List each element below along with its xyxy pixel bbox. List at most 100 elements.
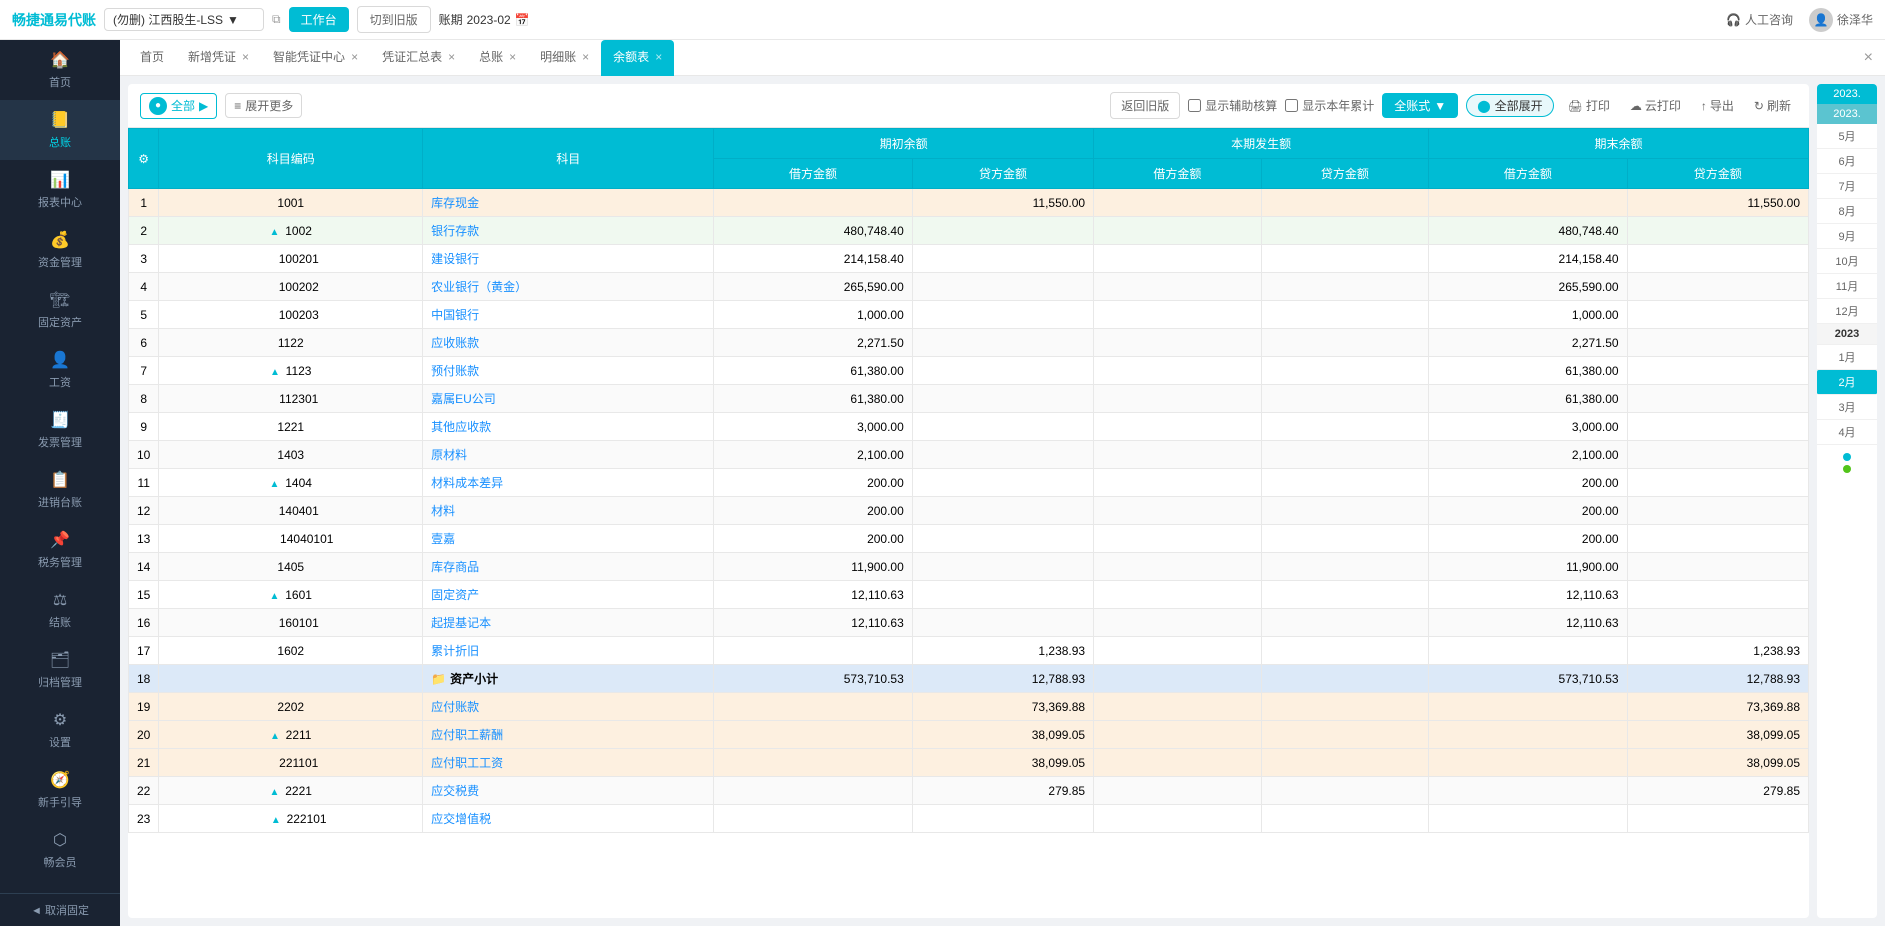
date-item-5[interactable]: 5月 xyxy=(1817,124,1877,149)
tab-voucher-summary[interactable]: 凭证汇总表 × xyxy=(370,40,467,76)
sidebar-item-purchase-sales[interactable]: 📋 进销台账 xyxy=(0,460,120,520)
row-subject[interactable]: 累计折旧 xyxy=(423,637,714,665)
sidebar-item-invoice[interactable]: 🧾 发票管理 xyxy=(0,400,120,460)
sidebar-item-archive[interactable]: 🗂 归档管理 xyxy=(0,640,120,700)
full-format-btn[interactable]: 全账式 ▼ xyxy=(1382,93,1458,118)
date-item-3[interactable]: 3月 xyxy=(1817,395,1877,420)
row-subject[interactable]: 库存现金 xyxy=(423,189,714,217)
row-subject[interactable]: 嘉属EU公司 xyxy=(423,385,714,413)
row-subject[interactable]: 起提基记本 xyxy=(423,609,714,637)
row-s-credit xyxy=(912,385,1093,413)
user-info[interactable]: 👤 徐泽华 xyxy=(1809,8,1873,32)
row-subject[interactable]: 应交增值税 xyxy=(423,805,714,833)
date-item-2023[interactable]: 2023 xyxy=(1817,324,1877,345)
row-s-credit: 1,238.93 xyxy=(912,637,1093,665)
date-item-2[interactable]: 2月 xyxy=(1817,370,1877,395)
settings-col-header[interactable]: ⚙ xyxy=(129,129,159,189)
row-subject[interactable]: 建设银行 xyxy=(423,245,714,273)
date-item-4[interactable]: 4月 xyxy=(1817,420,1877,445)
tab-detail-ledger[interactable]: 明细账 × xyxy=(528,40,601,76)
refresh-label: 刷新 xyxy=(1767,97,1791,114)
row-subject[interactable]: 应付账款 xyxy=(423,693,714,721)
tab-smart-center-close[interactable]: × xyxy=(351,50,358,64)
sidebar-item-member[interactable]: ⬡ 畅会员 xyxy=(0,820,120,880)
toggle-expand-all[interactable]: ⬤ 全部展开 xyxy=(1466,94,1553,117)
date-item-6[interactable]: 6月 xyxy=(1817,149,1877,174)
row-s-debit: 61,380.00 xyxy=(714,385,913,413)
tab-balance-sheet[interactable]: 余额表 × xyxy=(601,40,674,76)
tab-new-voucher[interactable]: 新增凭证 × xyxy=(176,40,261,76)
copy-icon[interactable]: ⧉ xyxy=(272,12,281,27)
date-item-12[interactable]: 12月 xyxy=(1817,299,1877,324)
year-cumulative-input[interactable] xyxy=(1285,99,1298,112)
refresh-btn[interactable]: ↻ 刷新 xyxy=(1748,94,1797,117)
row-subject[interactable]: 原材料 xyxy=(423,441,714,469)
date-item-11[interactable]: 11月 xyxy=(1817,274,1877,299)
row-subject[interactable]: 应收账款 xyxy=(423,329,714,357)
fixed-assets-icon: 🏗 xyxy=(50,290,70,310)
print-btn[interactable]: 🖨 打印 xyxy=(1562,94,1616,117)
row-e-credit xyxy=(1627,469,1808,497)
row-e-credit xyxy=(1627,217,1808,245)
consult-button[interactable]: 🎧 人工咨询 xyxy=(1726,11,1793,28)
tab-voucher-summary-close[interactable]: × xyxy=(448,50,455,64)
date-item-1[interactable]: 1月 xyxy=(1817,345,1877,370)
return-old-btn[interactable]: 返回旧版 xyxy=(1110,92,1180,119)
expand-more-btn[interactable]: ≡ 展开更多 xyxy=(225,93,302,118)
row-subject[interactable]: 预付账款 xyxy=(423,357,714,385)
row-subject[interactable]: 材料 xyxy=(423,497,714,525)
row-subject[interactable]: 中国银行 xyxy=(423,301,714,329)
row-subject[interactable]: 壹嘉 xyxy=(423,525,714,553)
row-subject[interactable]: 固定资产 xyxy=(423,581,714,609)
date-item-9[interactable]: 9月 xyxy=(1817,224,1877,249)
sidebar-item-settings[interactable]: ⚙ 设置 xyxy=(0,700,120,760)
tab-smart-center[interactable]: 智能凭证中心 × xyxy=(261,40,370,76)
calendar-icon[interactable]: 📅 xyxy=(515,13,530,27)
row-e-debit: 480,748.40 xyxy=(1429,217,1628,245)
row-subject[interactable]: 农业银行（黄金） xyxy=(423,273,714,301)
sidebar-item-settlement[interactable]: ⚖ 结账 xyxy=(0,580,120,640)
sidebar-item-assets[interactable]: 💰 资金管理 xyxy=(0,220,120,280)
assist-calc-input[interactable] xyxy=(1188,99,1201,112)
sidebar-item-general-ledger[interactable]: 📒 总账 xyxy=(0,100,120,160)
sidebar-item-fixed-assets[interactable]: 🏗 固定资产 xyxy=(0,280,120,340)
sidebar-item-payroll[interactable]: 👤 工资 xyxy=(0,340,120,400)
row-subject[interactable]: 📁资产小计 xyxy=(423,665,714,693)
row-s-credit xyxy=(912,329,1093,357)
tab-general-ledger-close[interactable]: × xyxy=(509,50,516,64)
tab-home[interactable]: 首页 xyxy=(128,40,176,76)
date-item-7[interactable]: 7月 xyxy=(1817,174,1877,199)
workbench-button[interactable]: 工作台 xyxy=(289,7,349,32)
company-selector[interactable]: (勿删) 江西股生-LSS ▼ xyxy=(104,8,264,31)
sidebar-item-report[interactable]: 📊 报表中心 xyxy=(0,160,120,220)
tab-general-ledger[interactable]: 总账 × xyxy=(467,40,528,76)
row-c-credit xyxy=(1261,693,1428,721)
switch-old-button[interactable]: 切到旧版 xyxy=(357,6,431,33)
row-subject[interactable]: 应付职工工资 xyxy=(423,749,714,777)
export-btn[interactable]: ↑ 导出 xyxy=(1695,94,1740,117)
sidebar-item-tax[interactable]: 📌 税务管理 xyxy=(0,520,120,580)
row-subject[interactable]: 材料成本差异 xyxy=(423,469,714,497)
sidebar-item-home[interactable]: 🏠 首页 xyxy=(0,40,120,100)
tab-detail-ledger-close[interactable]: × xyxy=(582,50,589,64)
date-item-8[interactable]: 8月 xyxy=(1817,199,1877,224)
row-code: 112301 xyxy=(159,385,423,413)
tab-balance-sheet-close[interactable]: × xyxy=(655,50,662,64)
close-all-tabs[interactable]: × xyxy=(1860,45,1877,71)
sidebar-cancel-fixed[interactable]: ◄ 取消固定 xyxy=(0,893,120,926)
row-c-credit xyxy=(1261,385,1428,413)
tab-new-voucher-close[interactable]: × xyxy=(242,50,249,64)
sidebar-item-guide[interactable]: 🧭 新手引导 xyxy=(0,760,120,820)
row-subject[interactable]: 其他应收款 xyxy=(423,413,714,441)
date-item-10[interactable]: 10月 xyxy=(1817,249,1877,274)
show-assist-calc-checkbox[interactable]: 显示辅助核算 xyxy=(1188,97,1277,114)
cloud-print-btn[interactable]: ☁ 云打印 xyxy=(1624,94,1687,117)
row-subject[interactable]: 库存商品 xyxy=(423,553,714,581)
row-subject[interactable]: 应付职工薪酬 xyxy=(423,721,714,749)
show-year-cumulative-checkbox[interactable]: 显示本年累计 xyxy=(1285,97,1374,114)
row-subject[interactable]: 银行存款 xyxy=(423,217,714,245)
table-wrap: ⚙ 科目编码 科目 期初余额 本期发生额 期末余额 借方金额 贷方金额 借方金额 xyxy=(128,128,1809,918)
row-e-debit: 265,590.00 xyxy=(1429,273,1628,301)
row-subject[interactable]: 应交税费 xyxy=(423,777,714,805)
filter-all[interactable]: ● 全部 ▶ xyxy=(140,93,217,119)
